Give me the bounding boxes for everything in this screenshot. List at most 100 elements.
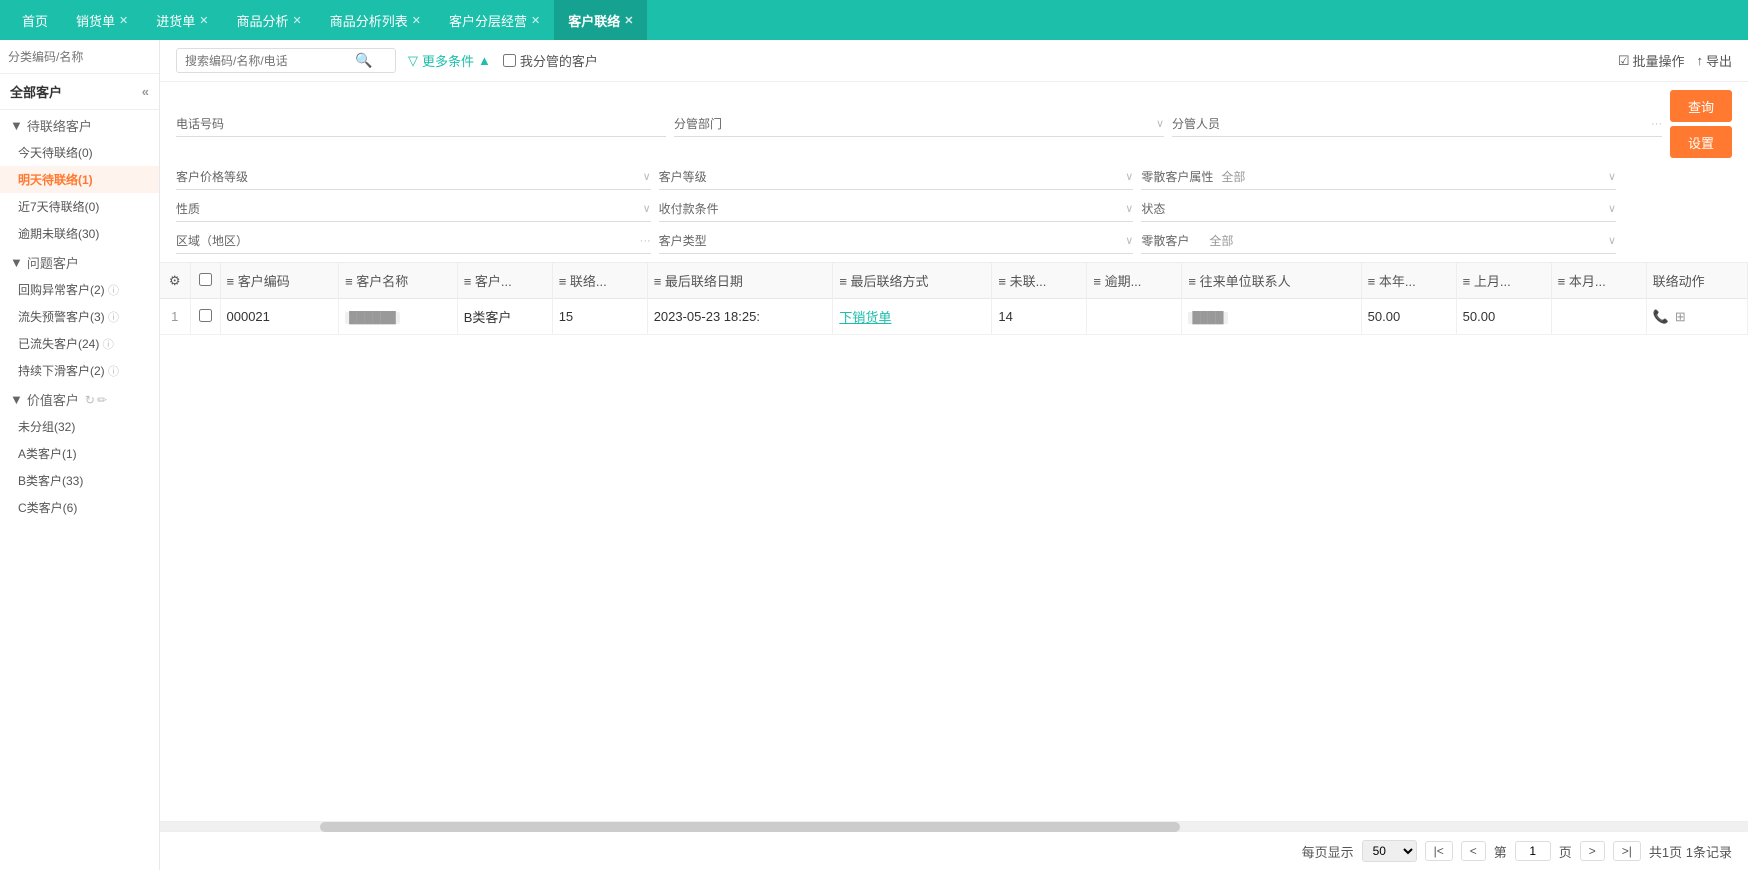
select-all-checkbox[interactable] — [199, 273, 212, 286]
nav-purchase-order[interactable]: 进货单 ✕ — [142, 0, 222, 40]
sidebar-item-7days[interactable]: 近7天待联络(0) — [0, 193, 159, 220]
scroll-bar[interactable] — [160, 821, 1748, 831]
cell-no-contact: 14 — [992, 299, 1087, 335]
filter-person: 分管人员 ··· — [1172, 111, 1662, 137]
nav-product-analysis-list[interactable]: 商品分析列表 ✕ — [316, 0, 435, 40]
page-input[interactable] — [1515, 841, 1551, 861]
sidebar-section-value[interactable]: ▼ 价值客户 ↻ ✏ — [0, 384, 159, 413]
sidebar-item-declining[interactable]: 持续下滑客户(2) ⓘ — [0, 357, 159, 384]
filter-retail-attr-dropdown-icon: ∨ — [1608, 170, 1616, 183]
scroll-bar-thumb[interactable] — [320, 822, 1180, 832]
page-last-btn[interactable]: >| — [1613, 841, 1641, 861]
nav-home[interactable]: 首页 — [8, 0, 62, 40]
filter-status-dropdown-icon: ∨ — [1608, 202, 1616, 215]
phone-icon[interactable]: 📞 — [1653, 309, 1669, 325]
col-customer-type[interactable]: ≡ 客户... — [457, 263, 552, 299]
filter-customer-type-dropdown-icon: ∨ — [1125, 234, 1133, 247]
search-input-wrap: 🔍 — [176, 48, 396, 73]
nav-customer-tier[interactable]: 客户分层经营 ✕ — [435, 0, 554, 40]
sidebar-value-edit-icon[interactable]: ✏ — [97, 393, 107, 407]
nav-product-analysis[interactable]: 商品分析 ✕ — [222, 0, 315, 40]
sidebar-item-churn-warning[interactable]: 流失预警客户(3) ⓘ — [0, 303, 159, 330]
col-company-contact[interactable]: ≡ 往来单位联系人 — [1182, 263, 1361, 299]
cell-checkbox[interactable] — [190, 299, 220, 335]
total-label: 共1页 1条记录 — [1649, 842, 1732, 861]
col-checkbox[interactable] — [190, 263, 220, 299]
col-customer-name[interactable]: ≡ 客户名称 — [339, 263, 458, 299]
sidebar-item-class-b[interactable]: B类客户(33) — [0, 467, 159, 494]
sidebar-item-ungrouped[interactable]: 未分组(32) — [0, 413, 159, 440]
filter-retail-customer-dropdown-icon: ∨ — [1608, 234, 1616, 247]
search-bar: 🔍 ▽ 更多条件 ▲ 我分管的客户 ☑ 批量操作 ↑ 导出 — [160, 40, 1748, 82]
filter-btn-group: 查询 设置 — [1670, 90, 1732, 158]
filter-price-level-dropdown-icon: ∨ — [643, 170, 651, 183]
row-checkbox[interactable] — [199, 309, 212, 322]
col-last-month[interactable]: ≡ 上月... — [1456, 263, 1551, 299]
nav-close-customer-contact[interactable]: ✕ — [624, 14, 633, 27]
col-contact-count[interactable]: ≡ 联络... — [552, 263, 647, 299]
sidebar-item-class-c[interactable]: C类客户(6) — [0, 494, 159, 521]
filter-icon: ▽ — [408, 53, 418, 69]
nav-close-product-analysis-list[interactable]: ✕ — [412, 14, 421, 27]
col-overdue[interactable]: ≡ 逾期... — [1087, 263, 1182, 299]
sidebar-search-input[interactable] — [8, 50, 160, 64]
sidebar-item-overdue[interactable]: 逾期未联络(30) — [0, 220, 159, 247]
search-input[interactable] — [185, 54, 355, 68]
grid-icon[interactable]: ⊞ — [1675, 309, 1686, 325]
search-icon[interactable]: 🔍 — [355, 52, 372, 69]
col-this-month[interactable]: ≡ 本月... — [1551, 263, 1646, 299]
col-last-contact-date[interactable]: ≡ 最后联络日期 — [647, 263, 833, 299]
sidebar-section-pending[interactable]: ▼ 待联络客户 — [0, 110, 159, 139]
batch-op-btn[interactable]: ☑ 批量操作 — [1618, 51, 1685, 70]
filter-row-4: 区域（地区） ··· 客户类型 ∨ 零散客户 全部 ∨ — [176, 228, 1732, 254]
col-action: 联络动作 — [1646, 263, 1747, 299]
sidebar-all-customers[interactable]: 全部客户 « — [0, 74, 159, 110]
my-customers-checkbox-wrap[interactable]: 我分管的客户 — [503, 51, 598, 70]
filter-panel: 电话号码 分管部门 ∨ 分管人员 ··· 查询 设置 — [160, 82, 1748, 263]
filter-more-btn[interactable]: ▽ 更多条件 ▲ — [408, 51, 491, 70]
table-footer: 每页显示 50 100 200 |< < 第 页 > >| 共1页 1条记录 — [160, 831, 1748, 870]
nav-close-customer-tier[interactable]: ✕ — [531, 14, 540, 27]
sidebar-item-tomorrow[interactable]: 明天待联络(1) — [0, 166, 159, 193]
filter-payment-terms-dropdown-icon: ∨ — [1125, 202, 1133, 215]
nav-close-sales-order[interactable]: ✕ — [119, 14, 128, 27]
right-actions: ☑ 批量操作 ↑ 导出 — [1618, 51, 1732, 70]
col-last-contact-method[interactable]: ≡ 最后联络方式 — [833, 263, 992, 299]
filter-region: 区域（地区） ··· — [176, 228, 651, 254]
sidebar-section-problem[interactable]: ▼ 问题客户 — [0, 247, 159, 276]
top-nav: 首页 销货单 ✕ 进货单 ✕ 商品分析 ✕ 商品分析列表 ✕ 客户分层经营 ✕ … — [0, 0, 1748, 40]
filter-row-3: 性质 ∨ 收付款条件 ∨ 状态 ∨ — [176, 196, 1732, 222]
export-btn[interactable]: ↑ 导出 — [1696, 51, 1732, 70]
nav-close-purchase-order[interactable]: ✕ — [199, 14, 208, 27]
sidebar-item-class-a[interactable]: A类客户(1) — [0, 440, 159, 467]
nav-close-product-analysis[interactable]: ✕ — [293, 14, 302, 27]
page-prev-btn[interactable]: < — [1461, 841, 1486, 861]
page-size-select[interactable]: 50 100 200 — [1362, 840, 1417, 862]
nav-sales-order[interactable]: 销货单 ✕ — [62, 0, 142, 40]
col-this-year[interactable]: ≡ 本年... — [1361, 263, 1456, 299]
main-layout: 🔍 全部客户 « ▼ 待联络客户 今天待联络(0) 明天待联络(1) 近7天待联… — [0, 40, 1748, 870]
cell-company-contact: ████ — [1182, 299, 1361, 335]
col-settings[interactable]: ⚙ — [160, 263, 190, 299]
page-next-btn[interactable]: > — [1580, 841, 1605, 861]
sidebar-value-refresh-icon[interactable]: ↻ — [85, 393, 95, 407]
sidebar-item-churned[interactable]: 已流失客户(24) ⓘ — [0, 330, 159, 357]
sidebar-item-repurchase-abnormal[interactable]: 回购异常客户(2) ⓘ — [0, 276, 159, 303]
my-customers-checkbox[interactable] — [503, 54, 516, 67]
cell-last-contact-method[interactable]: 下销货单 — [833, 299, 992, 335]
cell-customer-type: B类客户 — [457, 299, 552, 335]
content-area: 🔍 ▽ 更多条件 ▲ 我分管的客户 ☑ 批量操作 ↑ 导出 — [160, 40, 1748, 870]
sidebar-section-pending-arrow: ▼ — [10, 118, 23, 133]
sidebar-item-today[interactable]: 今天待联络(0) — [0, 139, 159, 166]
nav-customer-contact[interactable]: 客户联络 ✕ — [554, 0, 647, 40]
filter-region-more-icon: ··· — [640, 235, 651, 247]
col-no-contact[interactable]: ≡ 未联... — [992, 263, 1087, 299]
cell-customer-name: ██████ — [339, 299, 458, 335]
settings-button[interactable]: 设置 — [1670, 126, 1732, 158]
page-first-btn[interactable]: |< — [1425, 841, 1453, 861]
filter-dept: 分管部门 ∨ — [674, 111, 1164, 137]
sidebar-search-wrap: 🔍 — [0, 40, 159, 74]
col-customer-code[interactable]: ≡ 客户编码 — [220, 263, 339, 299]
query-button[interactable]: 查询 — [1670, 90, 1732, 122]
sidebar: 🔍 全部客户 « ▼ 待联络客户 今天待联络(0) 明天待联络(1) 近7天待联… — [0, 40, 160, 870]
